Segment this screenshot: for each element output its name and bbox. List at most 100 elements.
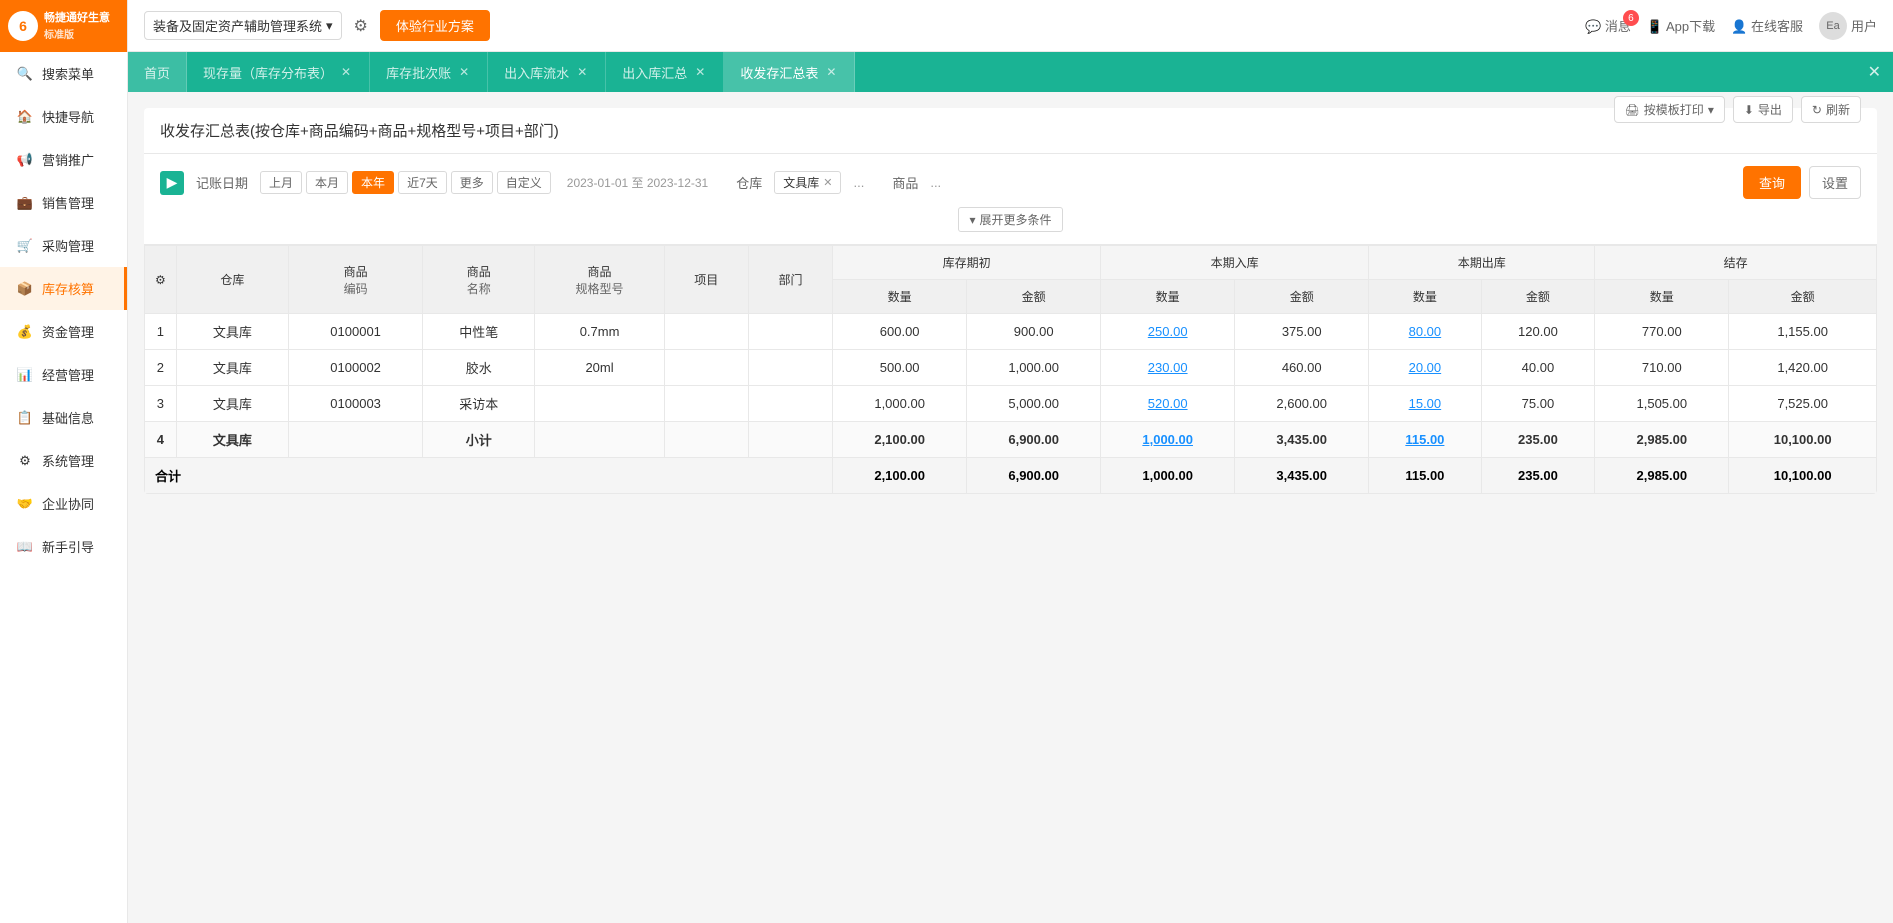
service-icon: 👤 [1731, 19, 1747, 34]
col-project: 项目 [664, 246, 748, 314]
sidebar-item-label: 资金管理 [42, 322, 94, 341]
date-btn-custom[interactable]: 自定义 [497, 171, 551, 194]
table-row: 4文具库小计2,100.006,900.001,000.003,435.0011… [145, 422, 1877, 458]
sidebar-item-base-info[interactable]: 📋基础信息 [0, 396, 127, 439]
filter-row-1: ▶ 记账日期 上月 本月 本年 近7天 更多 自定义 2023-01-01 至 … [160, 166, 1861, 199]
col-in-amt: 金额 [1235, 280, 1369, 314]
warehouse-more[interactable]: ... [853, 175, 864, 190]
query-button[interactable]: 查询 [1743, 166, 1801, 199]
sidebar-item-purchase[interactable]: 🛒采购管理 [0, 224, 127, 267]
tab-close-icon[interactable]: ✕ [575, 65, 589, 79]
row-bal-amt: 7,525.00 [1729, 386, 1877, 422]
chevron-down-icon: ▾ [326, 18, 333, 34]
row-code [289, 422, 423, 458]
footer-open-qty: 2,100.00 [833, 458, 967, 494]
online-service-button[interactable]: 👤 在线客服 [1731, 16, 1803, 35]
sidebar-item-operations[interactable]: 📊经营管理 [0, 353, 127, 396]
row-no: 4 [145, 422, 177, 458]
tab-receive-summary[interactable]: 收发存汇总表 ✕ [724, 52, 855, 92]
trial-button[interactable]: 体验行业方案 [380, 10, 490, 41]
tab-inventory-dist[interactable]: 现存量（库存分布表） ✕ [187, 52, 370, 92]
table-header-row-1: ⚙ 仓库 商品编码 商品名称 商品规格型号 项目 部门 库存期初 本期入库 本期… [145, 246, 1877, 280]
sidebar-item-inventory[interactable]: 📦库存核算 [0, 267, 127, 310]
date-btn-this-year[interactable]: 本年 [352, 171, 394, 194]
marketing-icon: 📢 [16, 151, 34, 169]
row-no: 2 [145, 350, 177, 386]
brand-sub: 标准版 [44, 26, 110, 41]
col-settings[interactable]: ⚙ [145, 246, 177, 314]
date-btn-this-month[interactable]: 本月 [306, 171, 348, 194]
sidebar-item-enterprise[interactable]: 🤝企业协同 [0, 482, 127, 525]
row-in-qty[interactable]: 230.00 [1101, 350, 1235, 386]
footer-bal-qty: 2,985.00 [1595, 458, 1729, 494]
row-dept [748, 386, 832, 422]
table-settings-icon[interactable]: ⚙ [155, 273, 166, 287]
data-table: ⚙ 仓库 商品编码 商品名称 商品规格型号 项目 部门 库存期初 本期入库 本期… [144, 245, 1877, 494]
row-out-qty[interactable]: 80.00 [1369, 314, 1481, 350]
settings-button[interactable]: 设置 [1809, 166, 1861, 199]
user-menu[interactable]: Ea 用户 [1819, 12, 1877, 40]
row-in-qty[interactable]: 250.00 [1101, 314, 1235, 350]
topbar-right: 💬 消息 6 📱 App下载 👤 在线客服 Ea 用户 [1585, 12, 1877, 40]
sidebar-item-marketing[interactable]: 📢营销推广 [0, 138, 127, 181]
date-btn-last-month[interactable]: 上月 [260, 171, 302, 194]
tab-close-icon[interactable]: ✕ [339, 65, 353, 79]
row-dept [748, 314, 832, 350]
filter-area: ▶ 记账日期 上月 本月 本年 近7天 更多 自定义 2023-01-01 至 … [144, 154, 1877, 245]
messages-button[interactable]: 💬 消息 6 [1585, 16, 1631, 35]
expand-filter-button[interactable]: ▾ 展开更多条件 [958, 207, 1062, 232]
footer-label: 合计 [145, 458, 833, 494]
sidebar-item-guide[interactable]: 📖新手引导 [0, 525, 127, 568]
tab-label: 首页 [144, 63, 170, 82]
date-btn-7days[interactable]: 近7天 [398, 171, 447, 194]
guide-icon: 📖 [16, 538, 34, 556]
product-more[interactable]: ... [930, 175, 941, 190]
col-group-balance: 结存 [1595, 246, 1877, 280]
app-download-button[interactable]: 📱 App下载 [1647, 16, 1715, 35]
row-bal-qty: 710.00 [1595, 350, 1729, 386]
sidebar-item-search[interactable]: 🔍搜索菜单 [0, 52, 127, 95]
tab-label: 出入库流水 [504, 63, 569, 82]
row-no: 1 [145, 314, 177, 350]
close-all-tabs-button[interactable]: ✕ [1856, 62, 1893, 82]
row-out-qty[interactable]: 115.00 [1369, 422, 1481, 458]
sidebar-item-quick-nav[interactable]: 🏠快捷导航 [0, 95, 127, 138]
table-body: 1文具库0100001中性笔0.7mm600.00900.00250.00375… [145, 314, 1877, 458]
tab-home[interactable]: 首页 [128, 52, 187, 92]
gear-icon[interactable]: ⚙ [354, 16, 368, 36]
filter-toggle-button[interactable]: ▶ [160, 171, 184, 195]
print-button[interactable]: 🖨 按模板打印 ▾ [1614, 96, 1725, 123]
col-in-qty: 数量 [1101, 280, 1235, 314]
tab-in-out-summary[interactable]: 出入库汇总 ✕ [606, 52, 724, 92]
row-out-amt: 235.00 [1481, 422, 1595, 458]
sidebar-item-sales[interactable]: 💼销售管理 [0, 181, 127, 224]
row-in-amt: 2,600.00 [1235, 386, 1369, 422]
row-out-amt: 40.00 [1481, 350, 1595, 386]
col-group-out: 本期出库 [1369, 246, 1595, 280]
tab-label: 出入库汇总 [622, 63, 687, 82]
row-out-qty[interactable]: 15.00 [1369, 386, 1481, 422]
tab-label: 库存批次账 [386, 63, 451, 82]
sidebar-item-system[interactable]: ⚙系统管理 [0, 439, 127, 482]
tab-in-out-flow[interactable]: 出入库流水 ✕ [488, 52, 606, 92]
base-info-icon: 📋 [16, 409, 34, 427]
row-project [664, 422, 748, 458]
export-button[interactable]: ⬇ 导出 [1733, 96, 1793, 123]
sidebar-item-finance[interactable]: 💰资金管理 [0, 310, 127, 353]
sidebar-logo: 6 畅捷通好生意 标准版 [0, 0, 127, 52]
row-spec: 20ml [535, 350, 664, 386]
row-in-qty[interactable]: 1,000.00 [1101, 422, 1235, 458]
tab-batch[interactable]: 库存批次账 ✕ [370, 52, 488, 92]
warehouse-tag-remove[interactable]: ✕ [823, 176, 832, 189]
row-in-qty[interactable]: 520.00 [1101, 386, 1235, 422]
col-spec: 商品规格型号 [535, 246, 664, 314]
tab-close-icon[interactable]: ✕ [693, 65, 707, 79]
date-btn-more[interactable]: 更多 [451, 171, 493, 194]
tab-close-icon[interactable]: ✕ [457, 65, 471, 79]
row-project [664, 350, 748, 386]
tab-close-icon[interactable]: ✕ [824, 65, 838, 79]
row-out-qty[interactable]: 20.00 [1369, 350, 1481, 386]
refresh-button[interactable]: ↻ 刷新 [1801, 96, 1861, 123]
system-selector[interactable]: 装备及固定资产辅助管理系统 ▾ [144, 11, 342, 40]
row-name: 中性笔 [423, 314, 535, 350]
